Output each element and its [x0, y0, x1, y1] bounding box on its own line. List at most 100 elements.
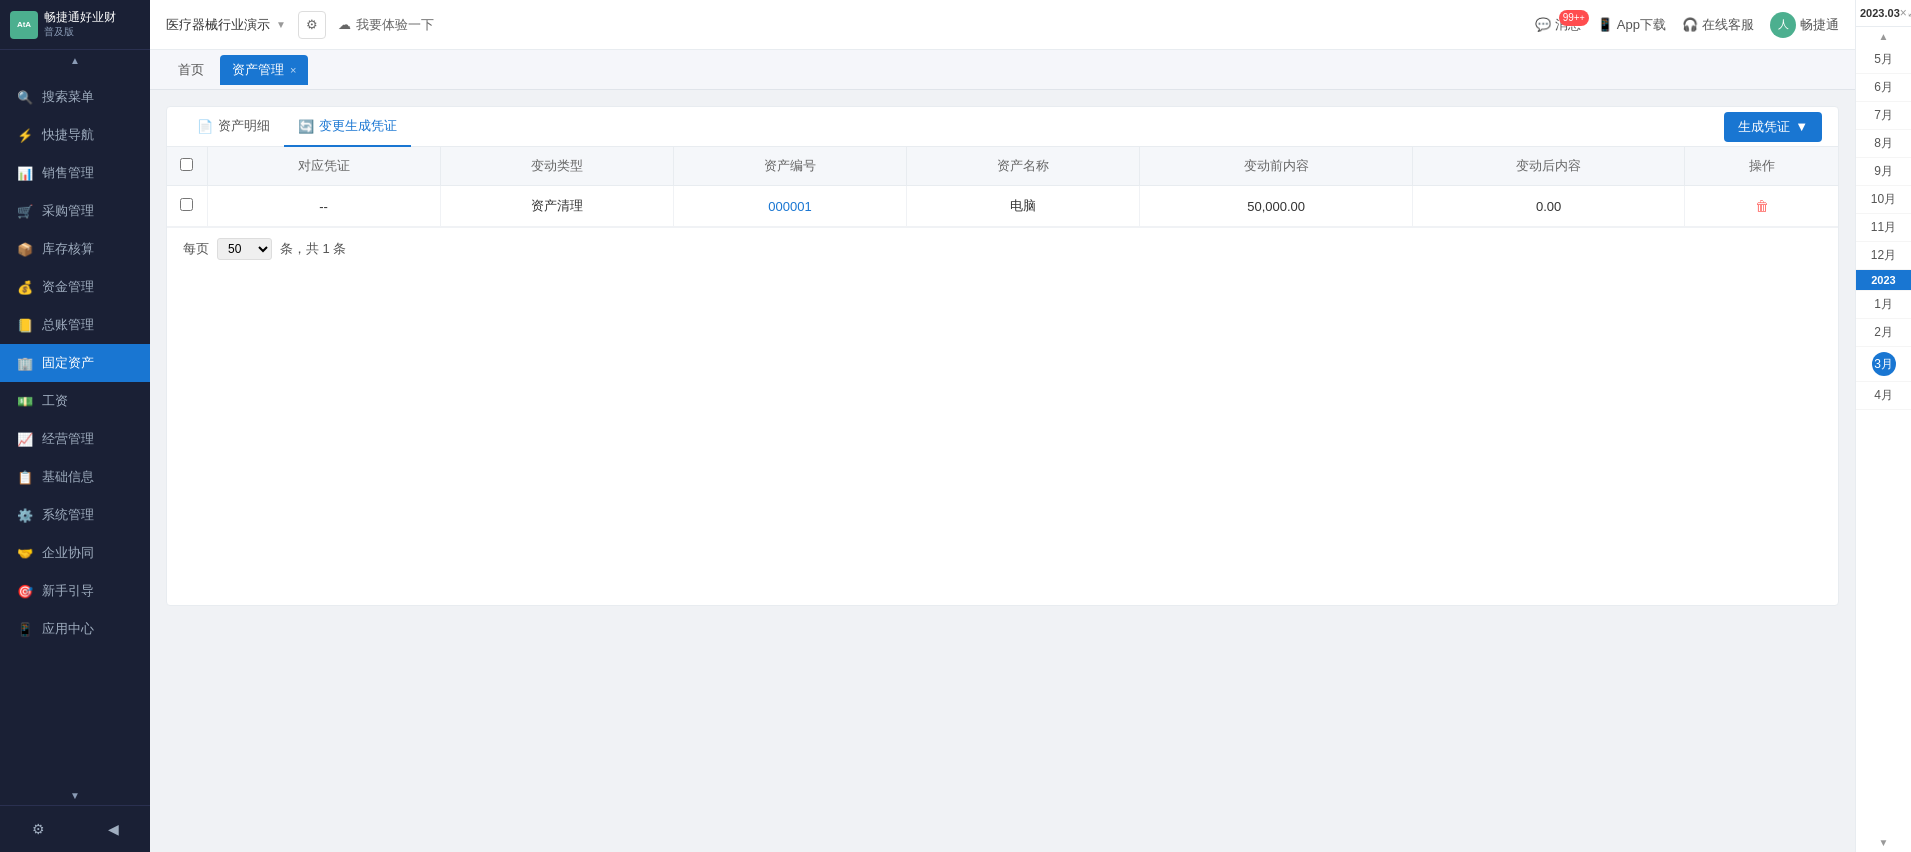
sidebar-item-search[interactable]: 🔍搜索菜单 — [0, 78, 150, 116]
per-page-label: 每页 — [183, 240, 209, 258]
cal-year-label[interactable]: 2023 — [1856, 270, 1911, 291]
app-download-label: App下载 — [1617, 16, 1666, 34]
cloud-icon: ☁ — [338, 17, 351, 32]
sidebar-label-inventory: 库存核算 — [42, 240, 94, 258]
cal-month-2月[interactable]: 2月 — [1856, 319, 1911, 347]
sidebar-label-operations: 经营管理 — [42, 430, 94, 448]
salary-icon: 💵 — [16, 392, 34, 410]
cell-asset-name: 电脑 — [907, 186, 1140, 227]
sub-tab-asset-detail[interactable]: 📄 资产明细 — [183, 107, 284, 147]
cal-month-6月[interactable]: 6月 — [1856, 74, 1911, 102]
cell-voucher: -- — [207, 186, 440, 227]
home-tab-label: 首页 — [178, 61, 204, 79]
cal-month-5月[interactable]: 5月 — [1856, 46, 1911, 74]
sidebar-item-system[interactable]: ⚙️系统管理 — [0, 496, 150, 534]
per-page-select[interactable]: 102050100 — [217, 238, 272, 260]
cell-after: 0.00 — [1412, 186, 1685, 227]
cal-month-7月[interactable]: 7月 — [1856, 102, 1911, 130]
tab-asset-label: 资产管理 — [232, 61, 284, 79]
tab-close-icon[interactable]: × — [290, 64, 296, 76]
main-content: 医疗器械行业演示 ▼ ⚙ ☁ 我要体验一下 💬 消息 99++ 📱 App下载 … — [150, 0, 1855, 852]
company-name: 医疗器械行业演示 — [166, 16, 270, 34]
cal-month-3月[interactable]: 3月 — [1856, 347, 1911, 382]
cal-month-8月[interactable]: 8月 — [1856, 130, 1911, 158]
sidebar-scroll-down[interactable]: ▼ — [0, 785, 150, 805]
cal-month-12月[interactable]: 12月 — [1856, 242, 1911, 270]
purchase-icon: 🛒 — [16, 202, 34, 220]
document-icon: 📄 — [197, 118, 213, 134]
asset-card: 📄 资产明细 🔄 变更生成凭证 生成凭证 ▼ — [166, 106, 1839, 606]
sidebar-label-appcenter: 应用中心 — [42, 620, 94, 638]
sidebar-item-enterprise[interactable]: 🤝 企业协同 — [0, 534, 150, 572]
calendar-expand-icon[interactable]: ⤢ — [1907, 6, 1911, 20]
cal-month-1月[interactable]: 1月 — [1856, 291, 1911, 319]
message-button[interactable]: 💬 消息 99++ — [1535, 16, 1581, 34]
headset-icon: 🎧 — [1682, 17, 1698, 32]
header-gear-button[interactable]: ⚙ — [298, 11, 326, 39]
calendar-header: 2023.03 × ⤢ — [1856, 0, 1911, 27]
sidebar-label-fixedasset: 固定资产 — [42, 354, 94, 372]
sidebar-label-enterprise: 企业协同 — [42, 544, 94, 562]
row-checkbox-cell — [167, 186, 207, 227]
message-badge: 99++ — [1559, 10, 1589, 26]
sidebar-item-fixedasset[interactable]: 🏢固定资产 — [0, 344, 150, 382]
delete-row-button[interactable]: 🗑 — [1749, 196, 1775, 216]
sub-tab-change-voucher[interactable]: 🔄 变更生成凭证 — [284, 107, 411, 147]
sidebar-scroll-up[interactable]: ▲ — [0, 50, 150, 70]
experience-button[interactable]: ☁ 我要体验一下 — [338, 16, 434, 34]
change-icon: 🔄 — [298, 118, 314, 134]
company-dropdown-icon: ▼ — [276, 19, 286, 30]
calendar-close-icon[interactable]: × — [1900, 6, 1907, 20]
search-icon: 🔍 — [16, 88, 34, 106]
sidebar-label-purchase: 采购管理 — [42, 202, 94, 220]
col-asset-name: 资产名称 — [907, 147, 1140, 186]
sidebar-label-basicinfo: 基础信息 — [42, 468, 94, 486]
sub-tab-change-voucher-label: 变更生成凭证 — [319, 117, 397, 135]
user-profile[interactable]: 人 畅捷通 — [1770, 12, 1839, 38]
tab-home[interactable]: 首页 — [166, 55, 216, 85]
generate-voucher-button[interactable]: 生成凭证 ▼ — [1724, 112, 1822, 142]
table-wrap: 对应凭证 变动类型 资产编号 资产名称 变动前内容 变动后内容 操作 -- 资产… — [167, 147, 1838, 227]
guide-icon: 🎯 — [16, 582, 34, 600]
message-icon: 💬 — [1535, 17, 1551, 32]
sidebar-item-ledger[interactable]: 📒总账管理 — [0, 306, 150, 344]
calendar-panel: 2023.03 × ⤢ ▲ 5月6月7月8月9月10月11月12月20231月2… — [1855, 0, 1911, 852]
calendar-scroll-down[interactable]: ▼ — [1856, 833, 1911, 852]
sidebar-item-operations[interactable]: 📈 经营管理 — [0, 420, 150, 458]
sidebar-item-inventory[interactable]: 📦 库存核算 — [0, 230, 150, 268]
calendar-scroll-up[interactable]: ▲ — [1856, 27, 1911, 46]
enterprise-icon: 🤝 — [16, 544, 34, 562]
operations-icon: 📈 — [16, 430, 34, 448]
sidebar-item-salary[interactable]: 💵工资 — [0, 382, 150, 420]
user-name: 畅捷通 — [1800, 16, 1839, 34]
sidebar-label-system: 系统管理 — [42, 506, 94, 524]
sidebar-item-quicknav[interactable]: ⚡快捷导航 — [0, 116, 150, 154]
calendar-year: 2023.03 — [1860, 7, 1900, 19]
cal-month-9月[interactable]: 9月 — [1856, 158, 1911, 186]
tab-asset-management[interactable]: 资产管理 × — [220, 55, 308, 85]
sidebar-item-appcenter[interactable]: 📱应用中心 — [0, 610, 150, 648]
tabs-bar: 首页 资产管理 × — [150, 50, 1855, 90]
cal-month-11月[interactable]: 11月 — [1856, 214, 1911, 242]
sidebar-item-funds[interactable]: 💰资金管理 — [0, 268, 150, 306]
logo: AtA 畅捷通好业财 普及版 — [0, 0, 150, 50]
app-download-button[interactable]: 📱 App下载 — [1597, 16, 1666, 34]
cal-month-10月[interactable]: 10月 — [1856, 186, 1911, 214]
row-checkbox[interactable] — [180, 198, 193, 211]
company-selector[interactable]: 医疗器械行业演示 ▼ — [166, 16, 286, 34]
customer-service-button[interactable]: 🎧 在线客服 — [1682, 16, 1754, 34]
sidebar: AtA 畅捷通好业财 普及版 ▲ 🔍搜索菜单⚡快捷导航📊销售管理 🛒 采购管理 📦 库存… — [0, 0, 150, 852]
main-content-area: 📄 资产明细 🔄 变更生成凭证 生成凭证 ▼ — [150, 90, 1855, 852]
sidebar-item-guide[interactable]: 🎯新手引导 — [0, 572, 150, 610]
inventory-icon: 📦 — [16, 240, 34, 258]
logo-icon: AtA — [10, 11, 38, 39]
ledger-icon: 📒 — [16, 316, 34, 334]
select-all-checkbox[interactable] — [180, 158, 193, 171]
sidebar-item-sales[interactable]: 📊销售管理 — [0, 154, 150, 192]
settings-icon[interactable]: ⚙ — [27, 816, 50, 842]
sidebar-item-basicinfo[interactable]: 📋基础信息 — [0, 458, 150, 496]
sidebar-item-purchase[interactable]: 🛒 采购管理 — [0, 192, 150, 230]
sales-icon: 📊 — [16, 164, 34, 182]
collapse-icon[interactable]: ◀ — [103, 816, 124, 842]
cal-month-4月[interactable]: 4月 — [1856, 382, 1911, 410]
